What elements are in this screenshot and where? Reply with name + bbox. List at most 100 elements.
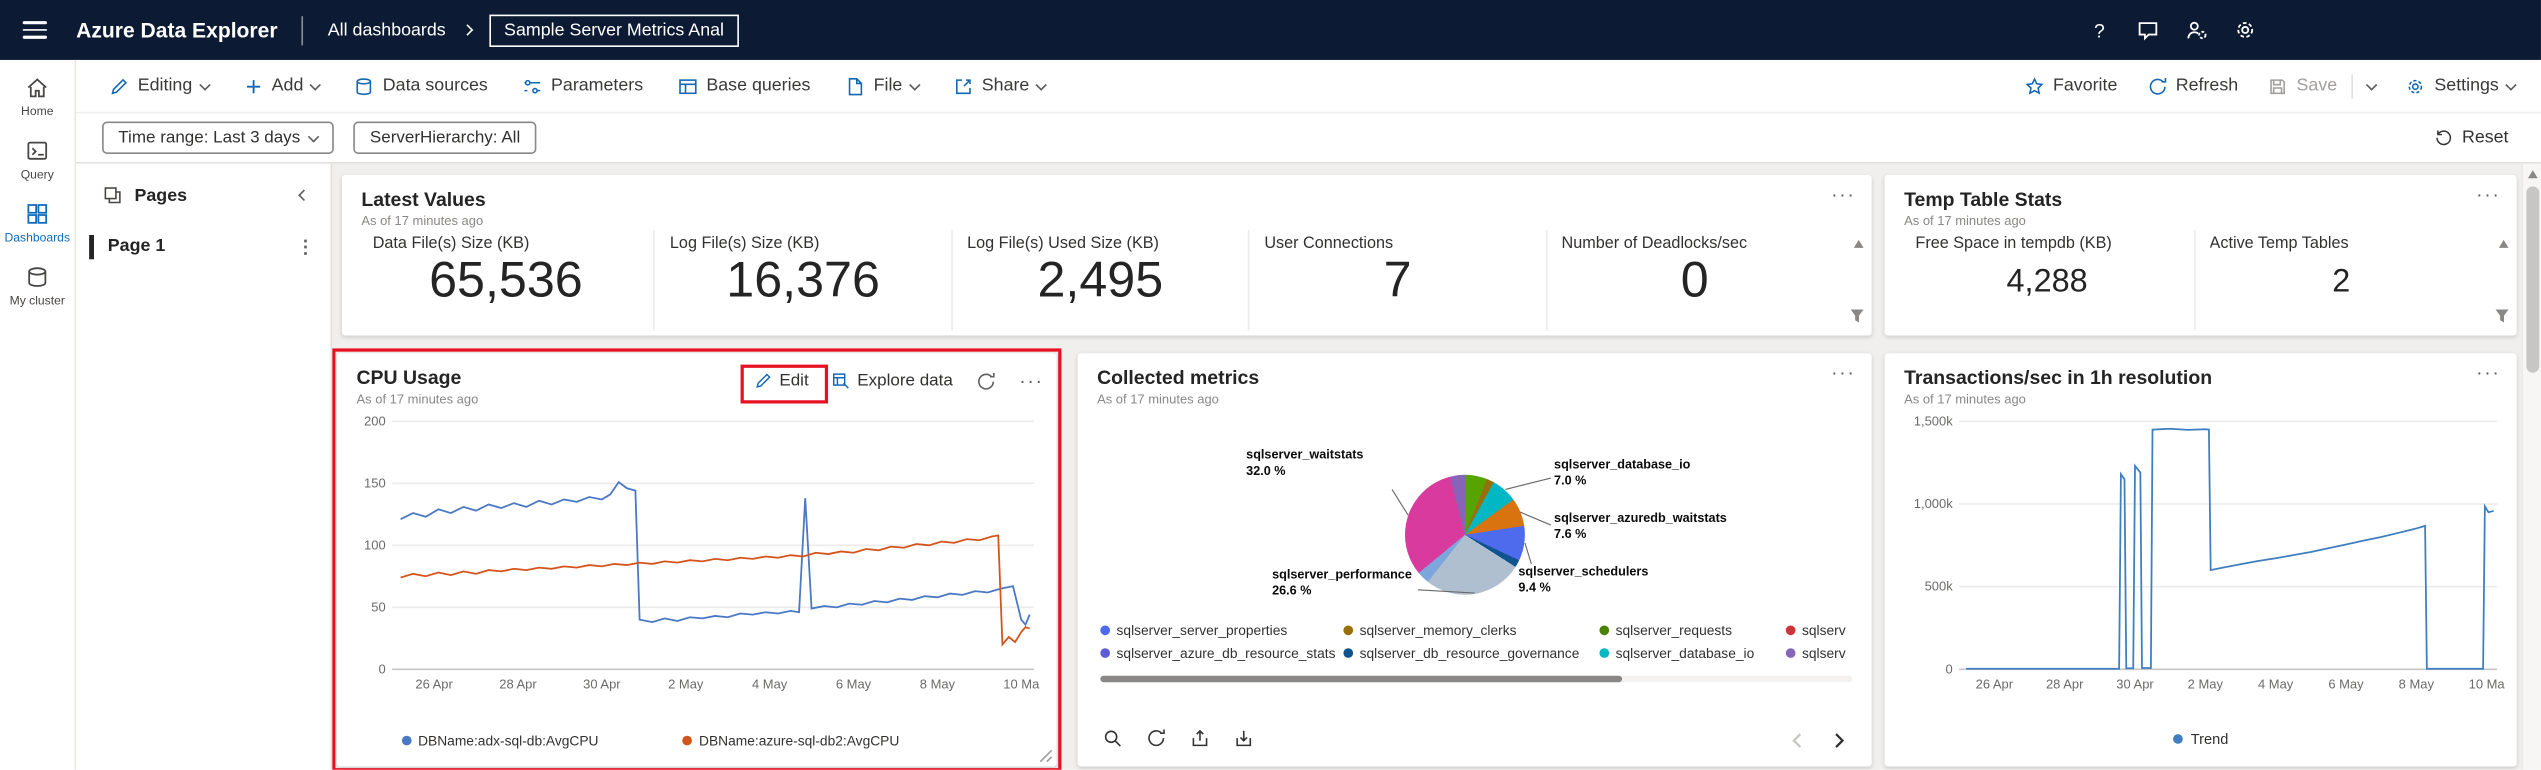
- legend-item[interactable]: sqlserver_database_io: [1599, 645, 1754, 661]
- card-more-icon[interactable]: ···: [1831, 183, 1855, 206]
- data-sources-button[interactable]: Data sources: [354, 75, 488, 96]
- breadcrumb-all-dashboards[interactable]: All dashboards: [328, 20, 446, 39]
- metric-tiles: Free Space in tempdb (KB) 4,288 Active T…: [1901, 230, 2488, 330]
- legend-label: sqlserver_database_io: [1616, 645, 1755, 661]
- scrollbar-thumb[interactable]: [1100, 676, 1622, 682]
- metric-label: User Connections: [1264, 235, 1530, 253]
- legend-item[interactable]: DBName:adx-sql-db:AvgCPU: [402, 732, 599, 748]
- legend-label[interactable]: Trend: [2191, 731, 2229, 747]
- save-label: Save: [2297, 76, 2338, 95]
- tile-tools: [1097, 723, 1257, 752]
- file-icon: [844, 75, 865, 96]
- server-hierarchy-filter[interactable]: ServerHierarchy: All: [354, 122, 537, 154]
- metric-value: 16,376: [655, 251, 951, 309]
- legend-item[interactable]: sqlserver_requests: [1599, 622, 1732, 638]
- page-next-icon[interactable]: [1833, 732, 1846, 748]
- svg-text:8 May: 8 May: [920, 677, 956, 692]
- callout-name: sqlserver_database_io: [1554, 457, 1690, 473]
- sidebar-item-query[interactable]: Query: [21, 138, 54, 182]
- refresh-tile-icon[interactable]: [976, 370, 997, 391]
- page-scrollbar[interactable]: [2521, 164, 2540, 770]
- search-icon[interactable]: [1097, 723, 1126, 752]
- page-item-page-1[interactable]: Page 1 ⋮: [76, 225, 330, 267]
- reset-button[interactable]: Reset: [2434, 128, 2508, 147]
- time-range-filter[interactable]: Time range: Last 3 days: [102, 122, 334, 154]
- base-queries-button[interactable]: Base queries: [677, 75, 810, 96]
- share-menu-button[interactable]: Share: [953, 75, 1046, 96]
- filter-funnel-icon[interactable]: [2494, 308, 2510, 324]
- svg-text:6 May: 6 May: [836, 677, 872, 692]
- sidebar-item-home[interactable]: Home: [21, 75, 53, 119]
- help-icon[interactable]: ?: [2086, 16, 2114, 44]
- page-options-icon[interactable]: ⋮: [297, 236, 315, 257]
- resize-handle[interactable]: [1039, 749, 1054, 764]
- metric-tiles: Data File(s) Size (KB) 65,536 Log File(s…: [358, 230, 1842, 330]
- sidebar-item-label: Dashboards: [4, 230, 70, 245]
- parameters-button[interactable]: Parameters: [522, 75, 643, 96]
- add-button[interactable]: Add: [242, 75, 319, 96]
- export-up-icon[interactable]: [1185, 723, 1214, 752]
- svg-text:30 Apr: 30 Apr: [583, 677, 621, 692]
- collapse-panel-button[interactable]: [297, 188, 312, 203]
- save-button[interactable]: Save: [2267, 75, 2337, 96]
- hamburger-menu-icon[interactable]: [23, 21, 47, 39]
- chevron-down-icon: [310, 79, 321, 90]
- card-more-icon[interactable]: ···: [1019, 369, 1043, 392]
- file-menu-button[interactable]: File: [844, 75, 918, 96]
- refresh-button[interactable]: Refresh: [2147, 75, 2239, 96]
- explore-data-button[interactable]: Explore data: [831, 371, 952, 390]
- card-more-icon[interactable]: ···: [2476, 183, 2500, 206]
- scroll-up-icon[interactable]: [2528, 170, 2538, 178]
- page-previous-icon[interactable]: [1791, 732, 1804, 748]
- pie-callout: sqlserver_performance 26.6 %: [1272, 567, 1412, 600]
- legend-item[interactable]: sqlserver_memory_clerks: [1343, 622, 1516, 638]
- metric-tile: Log File(s) Used Size (KB) 2,495: [951, 230, 1248, 330]
- legend-item[interactable]: sqlserver_db_resource_governance: [1343, 645, 1579, 661]
- legend-label: sqlserv: [1802, 645, 1846, 661]
- card-more-icon[interactable]: ···: [2476, 361, 2500, 384]
- legend-horizontal-scrollbar[interactable]: [1100, 676, 1852, 682]
- refresh-icon: [2147, 75, 2168, 96]
- download-icon[interactable]: [1228, 723, 1257, 752]
- database-icon: [354, 75, 375, 96]
- filter-funnel-icon[interactable]: [1849, 308, 1865, 324]
- legend-item[interactable]: DBName:azure-sql-db2:AvgCPU: [683, 732, 900, 748]
- dashboard-canvas: Latest Values As of 17 minutes ago ··· D…: [332, 164, 2521, 770]
- scrollbar-thumb[interactable]: [2526, 186, 2539, 372]
- card-actions: Edit Explore data ···: [753, 369, 1043, 392]
- legend-item[interactable]: sqlserver_server_properties: [1100, 622, 1287, 638]
- legend-dot: [1100, 648, 1110, 658]
- time-range-label: Time range: Last 3 days: [118, 128, 300, 147]
- save-split-chevron-icon[interactable]: [2366, 79, 2377, 90]
- dashboard-name-input[interactable]: Sample Server Metrics Anal: [489, 14, 738, 46]
- refresh-icon[interactable]: [1141, 723, 1170, 752]
- editing-menu-button[interactable]: Editing: [109, 75, 209, 96]
- topbar-actions: ?: [2086, 16, 2259, 44]
- card-more-icon[interactable]: ···: [1831, 361, 1855, 384]
- edit-tile-button[interactable]: Edit: [753, 371, 808, 390]
- svg-text:50: 50: [371, 599, 385, 614]
- favorite-button[interactable]: Favorite: [2024, 75, 2118, 96]
- svg-text:26 Apr: 26 Apr: [1976, 677, 2014, 692]
- left-nav-rail: Home Query Dashboards My cluster: [0, 60, 76, 770]
- share-icon: [953, 75, 974, 96]
- legend-item[interactable]: sqlserv: [1786, 645, 1846, 661]
- user-settings-icon[interactable]: [2183, 16, 2211, 44]
- page-item-label: Page 1: [108, 237, 165, 256]
- sidebar-item-label: Query: [21, 167, 54, 182]
- legend-item[interactable]: sqlserver_azure_db_resource_stats: [1100, 645, 1335, 661]
- card-subtitle: As of 17 minutes ago: [1904, 392, 2212, 407]
- legend-item[interactable]: sqlserv: [1786, 622, 1846, 638]
- scroll-up-icon[interactable]: [1854, 240, 1864, 248]
- scroll-up-icon[interactable]: [2499, 240, 2509, 248]
- legend-label: DBName:azure-sql-db2:AvgCPU: [699, 732, 899, 748]
- settings-gear-icon[interactable]: [2231, 16, 2259, 44]
- settings-button[interactable]: Settings: [2405, 75, 2515, 96]
- callout-name: sqlserver_azuredb_waitstats: [1554, 510, 1727, 526]
- feedback-icon[interactable]: [2134, 16, 2162, 44]
- settings-label: Settings: [2434, 76, 2498, 95]
- app-title: Azure Data Explorer: [76, 18, 277, 42]
- sidebar-item-dashboards[interactable]: Dashboards: [4, 201, 70, 245]
- sidebar-item-my-cluster[interactable]: My cluster: [10, 264, 65, 308]
- cpu-usage-chart: 05010015020026 Apr28 Apr30 Apr2 May4 May…: [350, 408, 1044, 693]
